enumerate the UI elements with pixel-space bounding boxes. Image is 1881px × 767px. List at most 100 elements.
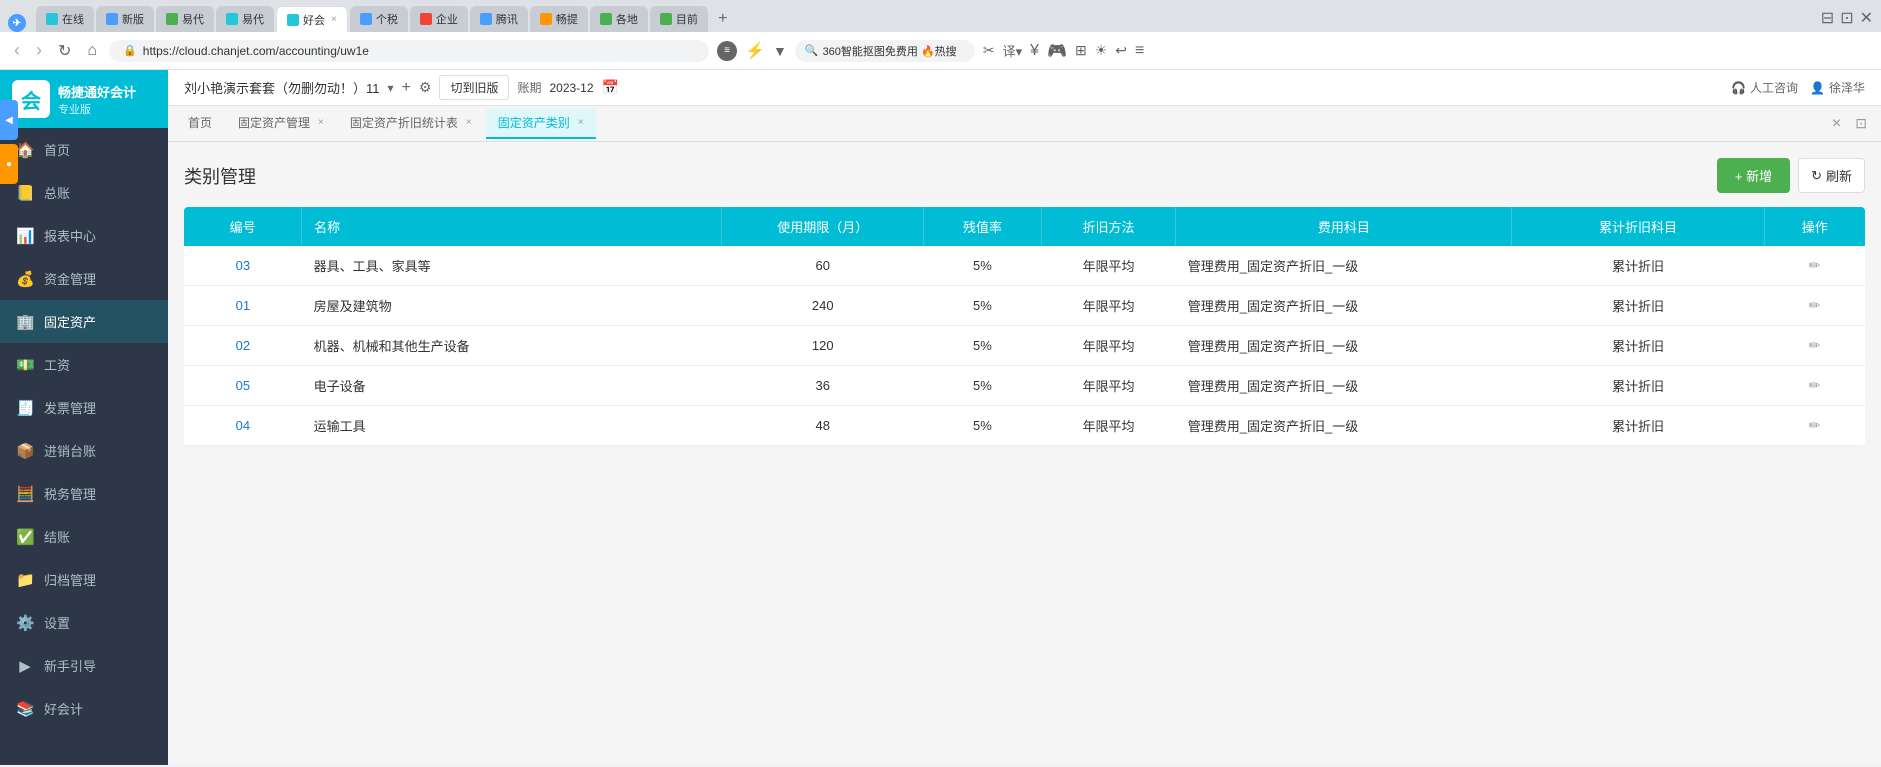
window-close-button[interactable]: × — [1826, 115, 1847, 133]
cell-accumulated-4: 累计折旧 — [1512, 406, 1764, 446]
cell-name-1: 房屋及建筑物 — [302, 286, 722, 326]
action-buttons: + 新增 ↻ 刷新 — [1717, 158, 1865, 193]
sidebar-item-salary[interactable]: 💵 工资 — [0, 343, 168, 386]
browser-tab-hao[interactable]: 好会 × — [276, 6, 348, 32]
cell-method-2: 年限平均 — [1041, 326, 1175, 366]
currency-icon[interactable]: ¥ — [1030, 42, 1039, 60]
browser-tab-places[interactable]: 各地 — [590, 6, 648, 32]
menu-icon[interactable]: ≡ — [1135, 42, 1144, 60]
refresh-icon: ↻ — [1811, 168, 1822, 184]
sidebar-item-guide[interactable]: ▶ 新手引导 — [0, 644, 168, 687]
add-company-button[interactable]: + — [402, 79, 411, 97]
undo-icon[interactable]: ↩ — [1115, 42, 1127, 59]
tab-dep-stat-close[interactable]: × — [466, 117, 472, 128]
edit-button-2[interactable]: ✏ — [1809, 337, 1821, 354]
sidebar-item-archive[interactable]: 📁 归档管理 — [0, 558, 168, 601]
back-button[interactable]: ‹ — [10, 38, 24, 63]
sidebar-item-fixed-assets[interactable]: 🏢 固定资产 — [0, 300, 168, 343]
sidebar-label-archive: 归档管理 — [44, 570, 96, 589]
grid-icon[interactable]: ⊞ — [1075, 42, 1087, 59]
sidebar-label-tax: 税务管理 — [44, 484, 96, 503]
funds-icon: 💰 — [16, 270, 34, 288]
edit-button-3[interactable]: ✏ — [1809, 377, 1821, 394]
page-tab-fixed-assets-mgmt[interactable]: 固定资产管理 × — [226, 108, 336, 139]
site-info-button[interactable]: ≡ — [717, 41, 737, 61]
sidebar-item-funds[interactable]: 💰 资金管理 — [0, 257, 168, 300]
browser-tab-tencent[interactable]: 腾讯 — [470, 6, 528, 32]
content-area: 类别管理 + 新增 ↻ 刷新 编号 名称 使用期限（月） 残值率 — [168, 142, 1881, 765]
browser-tab-tax[interactable]: 个税 — [350, 6, 408, 32]
page-tab-depreciation-stat[interactable]: 固定资产折旧统计表 × — [338, 108, 484, 139]
edit-button-4[interactable]: ✏ — [1809, 417, 1821, 434]
user-profile[interactable]: 👤 徐泽华 — [1810, 79, 1865, 96]
reload-button[interactable]: ↻ — [54, 39, 75, 63]
browser-tab-new[interactable]: 新版 — [96, 6, 154, 32]
tab-fa-mgmt-close[interactable]: × — [318, 117, 324, 128]
cell-code-0: 03 — [184, 246, 302, 286]
col-code: 编号 — [184, 207, 302, 246]
brightness-icon[interactable]: ☀ — [1095, 42, 1108, 59]
col-action: 操作 — [1764, 207, 1865, 246]
home-button[interactable]: ⌂ — [83, 40, 101, 62]
refresh-button[interactable]: ↻ 刷新 — [1798, 158, 1865, 193]
cell-expense-2: 管理费用_固定资产折旧_一级 — [1176, 326, 1512, 366]
fixed-assets-icon: 🏢 — [16, 313, 34, 331]
url-bar[interactable]: 🔒 https://cloud.chanjet.com/accounting/u… — [109, 40, 709, 62]
col-residual: 残值率 — [924, 207, 1042, 246]
cell-name-3: 电子设备 — [302, 366, 722, 406]
window-restore-button[interactable]: ⊡ — [1849, 115, 1873, 132]
game-icon[interactable]: 🎮 — [1047, 41, 1067, 61]
sidebar-item-ledger[interactable]: 📒 总账 — [0, 171, 168, 214]
edit-button-1[interactable]: ✏ — [1809, 297, 1821, 314]
sidebar-item-home[interactable]: 🏠 首页 — [0, 128, 168, 171]
cell-months-1: 240 — [722, 286, 924, 326]
lightning-button[interactable]: ⚡ — [745, 41, 765, 61]
browser-tab-chang[interactable]: 畅提 — [530, 6, 588, 32]
browser-tab-online[interactable]: 在线 — [36, 6, 94, 32]
float-btn-1[interactable]: ◀ — [0, 100, 18, 140]
table-row: 01 房屋及建筑物 240 5% 年限平均 管理费用_固定资产折旧_一级 累计折… — [184, 286, 1865, 326]
search-box[interactable]: 🔍 360智能抠图免费用 🔥热搜 — [795, 40, 975, 62]
expand-button[interactable]: ▼ — [773, 43, 787, 59]
cell-months-4: 48 — [722, 406, 924, 446]
browser-tab-corp[interactable]: 企业 — [410, 6, 468, 32]
calendar-icon[interactable]: 📅 — [602, 79, 619, 96]
browser-tab-yid2[interactable]: 易代 — [216, 6, 274, 32]
breadcrumb-area: 类别管理 + 新增 ↻ 刷新 — [184, 158, 1865, 193]
page-tab-bar: 首页 固定资产管理 × 固定资产折旧统计表 × 固定资产类别 × × ⊡ — [168, 106, 1881, 142]
sidebar-item-reports[interactable]: 📊 报表中心 — [0, 214, 168, 257]
page-tab-home[interactable]: 首页 — [176, 108, 224, 139]
dropdown-arrow[interactable]: ▾ — [388, 81, 394, 95]
cell-name-4: 运输工具 — [302, 406, 722, 446]
sidebar-item-checkout[interactable]: ✅ 结账 — [0, 515, 168, 558]
search-placeholder: 360智能抠图免费用 🔥热搜 — [823, 43, 957, 59]
sidebar-item-tax[interactable]: 🧮 税务管理 — [0, 472, 168, 515]
sidebar-item-stock[interactable]: 📦 进销台账 — [0, 429, 168, 472]
scissors-icon[interactable]: ✂ — [983, 42, 995, 59]
edit-button-0[interactable]: ✏ — [1809, 257, 1821, 274]
ledger-icon: 📒 — [16, 184, 34, 202]
sidebar-item-invoice[interactable]: 🧾 发票管理 — [0, 386, 168, 429]
browser-tab-yid1[interactable]: 易代 — [156, 6, 214, 32]
customer-service[interactable]: 🎧 人工咨询 — [1731, 79, 1798, 96]
sidebar-item-more[interactable]: 📚 好会计 — [0, 687, 168, 730]
refresh-label: 刷新 — [1826, 166, 1852, 185]
tab-category-close[interactable]: × — [578, 117, 584, 128]
page-tab-category[interactable]: 固定资产类别 × — [486, 108, 596, 139]
settings-icon: ⚙️ — [16, 614, 34, 632]
add-button[interactable]: + 新增 — [1717, 158, 1790, 193]
logo-text-group: 畅捷通好会计 专业版 — [58, 82, 136, 117]
translate-icon[interactable]: 译▾ — [1003, 41, 1023, 60]
float-btn-2[interactable]: ● — [0, 144, 18, 184]
sidebar-item-settings[interactable]: ⚙️ 设置 — [0, 601, 168, 644]
guide-icon: ▶ — [16, 657, 34, 675]
forward-button[interactable]: › — [32, 38, 46, 63]
period-value: 2023-12 — [549, 81, 593, 95]
browser-tab-current[interactable]: 目前 — [650, 6, 708, 32]
period-label: 账期 — [517, 79, 541, 96]
settings-button[interactable]: ⚙ — [419, 79, 432, 96]
switch-version-button[interactable]: 切到旧版 — [439, 75, 509, 100]
page-title: 类别管理 — [184, 163, 256, 189]
tab-close-hao[interactable]: × — [331, 14, 337, 25]
new-tab-button[interactable]: + — [710, 6, 736, 32]
